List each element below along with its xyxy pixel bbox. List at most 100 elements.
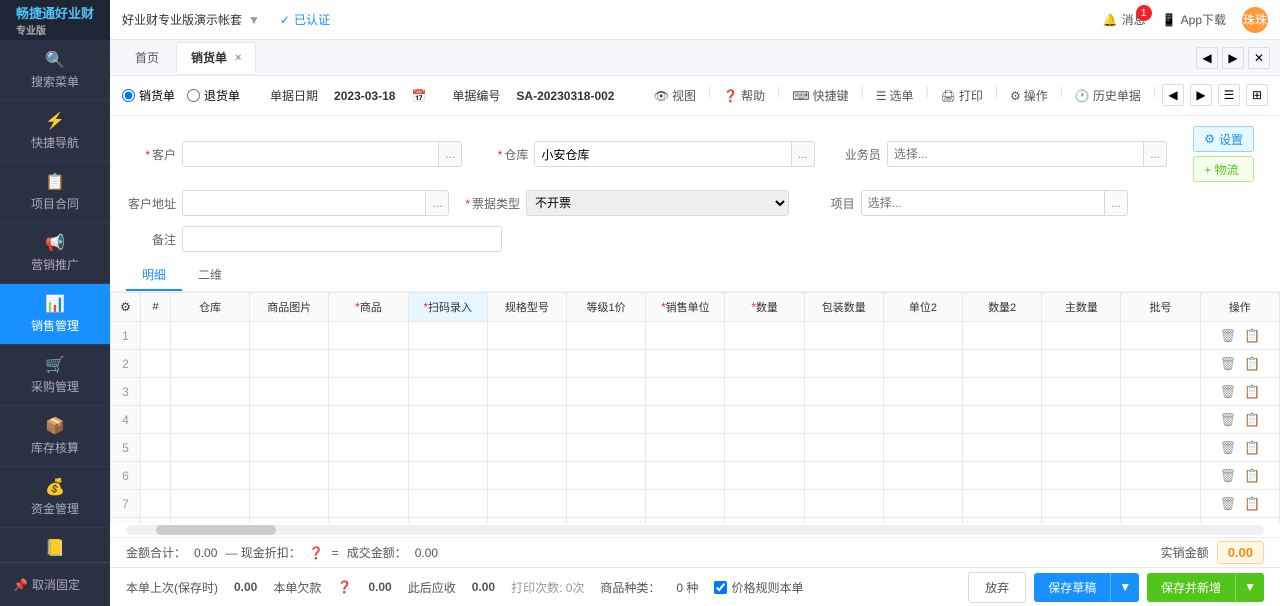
customer-input[interactable]: [182, 141, 439, 167]
save-new-dropdown-btn[interactable]: ▼: [1235, 573, 1264, 602]
goods-count-value: 0 种: [676, 579, 698, 596]
cell-warehouse[interactable]: [171, 322, 250, 350]
operate-btn[interactable]: ⚙ 操作: [1004, 84, 1054, 107]
cell-qty[interactable]: [725, 322, 804, 350]
sidebar-item-accounting[interactable]: 📒 总账管理: [0, 528, 110, 562]
row-delete-btn[interactable]: 🗑: [1217, 355, 1238, 373]
salesman-input[interactable]: [887, 141, 1144, 167]
sidebar-item-search[interactable]: 🔍 搜索菜单: [0, 40, 110, 101]
cell-main-qty[interactable]: [1042, 322, 1121, 350]
row-copy-btn[interactable]: 📋: [1242, 383, 1262, 401]
save-draft-btn[interactable]: 保存草稿: [1034, 573, 1110, 602]
tab-close-all-btn[interactable]: ✕: [1248, 47, 1270, 69]
logistics-btn[interactable]: + 物流: [1193, 156, 1254, 182]
row-copy-btn[interactable]: 📋: [1242, 355, 1262, 373]
sidebar-item-funds[interactable]: 💰 资金管理: [0, 467, 110, 528]
doc-date-label: 单据日期: [270, 87, 318, 104]
cell-spec[interactable]: [487, 322, 566, 350]
row-delete-btn[interactable]: 🗑: [1217, 327, 1238, 345]
save-new-btn[interactable]: 保存并新增: [1147, 573, 1235, 602]
tab-sales-order[interactable]: 销货单 ×: [176, 42, 256, 73]
row-delete-btn[interactable]: 🗑: [1217, 439, 1238, 457]
abandon-btn[interactable]: 放弃: [968, 572, 1026, 603]
row-copy-btn[interactable]: 📋: [1242, 411, 1262, 429]
radio-return-input[interactable]: [187, 89, 200, 102]
col-settings[interactable]: ⚙: [111, 293, 141, 322]
radio-sales-input[interactable]: [122, 89, 135, 102]
warehouse-input[interactable]: [534, 141, 791, 167]
scrollbar-thumb[interactable]: [156, 525, 276, 535]
price-check-item[interactable]: 价格规则本单: [714, 579, 803, 596]
cell-image[interactable]: [250, 322, 329, 350]
company-selector[interactable]: 好业财专业版演示帐套 ▼: [122, 11, 260, 28]
sidebar-bottom: 📌 取消固定: [0, 562, 110, 606]
sidebar-item-nav[interactable]: ⚡ 快捷导航: [0, 101, 110, 162]
form-actions: 👁 视图 | ❓ 帮助 | ⌨ 快捷键 | ☰ 选单 |: [648, 84, 1268, 107]
row-copy-btn[interactable]: 📋: [1242, 467, 1262, 485]
tab-detail[interactable]: 明细: [126, 260, 182, 291]
cell-pkg-qty[interactable]: [804, 322, 883, 350]
cell-goods[interactable]: [329, 322, 408, 350]
cell-batch[interactable]: [1121, 322, 1200, 350]
row-copy-btn[interactable]: 📋: [1242, 439, 1262, 457]
row-delete-btn[interactable]: 🗑: [1217, 495, 1238, 513]
radio-sales[interactable]: 销货单: [122, 87, 175, 104]
sidebar-item-marketing[interactable]: 📢 营销推广: [0, 223, 110, 284]
address-input[interactable]: [182, 190, 426, 216]
calendar-icon[interactable]: 📅: [411, 89, 426, 103]
cell-scan[interactable]: [408, 322, 487, 350]
address-select-btn[interactable]: ...: [426, 190, 449, 216]
tab-prev-btn[interactable]: ◀: [1196, 47, 1218, 69]
tab-next-btn[interactable]: ▶: [1222, 47, 1244, 69]
cancel-pin-label: 取消固定: [32, 576, 80, 593]
doc-no-value: SA-20230318-002: [516, 89, 614, 103]
invoice-select[interactable]: 不开票: [526, 190, 789, 216]
help-debt-icon[interactable]: ❓: [337, 580, 352, 594]
customer-select-btn[interactable]: ...: [439, 141, 462, 167]
row-delete-btn[interactable]: 🗑: [1217, 383, 1238, 401]
row-copy-btn[interactable]: 📋: [1242, 495, 1262, 513]
sidebar-item-purchase[interactable]: 🛒 采购管理: [0, 345, 110, 406]
row-copy-btn[interactable]: 📋: [1242, 523, 1262, 524]
tab-close-btn[interactable]: ×: [235, 52, 241, 64]
detail-view-btn[interactable]: ⊞: [1246, 84, 1268, 106]
print-btn[interactable]: 🖨 打印: [935, 84, 989, 107]
warehouse-select-btn[interactable]: ...: [792, 141, 815, 167]
tab-home[interactable]: 首页: [120, 42, 174, 73]
help-icon-2[interactable]: ❓: [309, 546, 324, 560]
sidebar-item-project[interactable]: 📋 项目合同: [0, 162, 110, 223]
row-delete-btn[interactable]: 🗑: [1217, 467, 1238, 485]
memo-input[interactable]: [182, 226, 502, 252]
price-check-box[interactable]: [714, 581, 727, 594]
view-btn[interactable]: 👁 视图: [648, 84, 702, 107]
project-input[interactable]: [861, 190, 1105, 216]
select-btn[interactable]: ☰ 选单: [870, 84, 920, 107]
row-copy-btn[interactable]: 📋: [1242, 327, 1262, 345]
cell-price[interactable]: [567, 322, 646, 350]
user-avatar-btn[interactable]: 珠珠: [1242, 7, 1268, 33]
horizontal-scrollbar[interactable]: [126, 525, 1264, 535]
sidebar-item-inventory[interactable]: 📦 库存核算: [0, 406, 110, 467]
settings-btn[interactable]: ⚙ 设置: [1193, 126, 1254, 152]
save-draft-dropdown-btn[interactable]: ▼: [1110, 573, 1139, 602]
cell-qty2[interactable]: [963, 322, 1042, 350]
next-record-btn[interactable]: ▶: [1190, 84, 1212, 106]
project-label: 项目: [805, 195, 855, 212]
tab-2d[interactable]: 二维: [182, 260, 238, 291]
salesman-select-btn[interactable]: ...: [1144, 141, 1167, 167]
cell-unit2[interactable]: [883, 322, 962, 350]
radio-return[interactable]: 退货单: [187, 87, 240, 104]
cancel-pin-btn[interactable]: 📌 取消固定: [8, 571, 102, 598]
shortcuts-btn[interactable]: ⌨ 快捷键: [786, 84, 854, 107]
messages-btn[interactable]: 🔔 消息 1: [1103, 11, 1146, 28]
project-select-btn[interactable]: ...: [1105, 190, 1128, 216]
row-delete-btn[interactable]: 🗑: [1217, 523, 1238, 524]
help-btn[interactable]: ❓ 帮助: [717, 84, 771, 107]
list-view-btn[interactable]: ☰: [1218, 84, 1240, 106]
sidebar-item-sales[interactable]: 📊 销售管理: [0, 284, 110, 345]
prev-record-btn[interactable]: ◀: [1162, 84, 1184, 106]
cell-unit[interactable]: [646, 322, 725, 350]
history-btn[interactable]: 🕐 历史单据: [1069, 84, 1147, 107]
row-delete-btn[interactable]: 🗑: [1217, 411, 1238, 429]
app-download-btn[interactable]: 📱 App下载: [1162, 11, 1226, 28]
